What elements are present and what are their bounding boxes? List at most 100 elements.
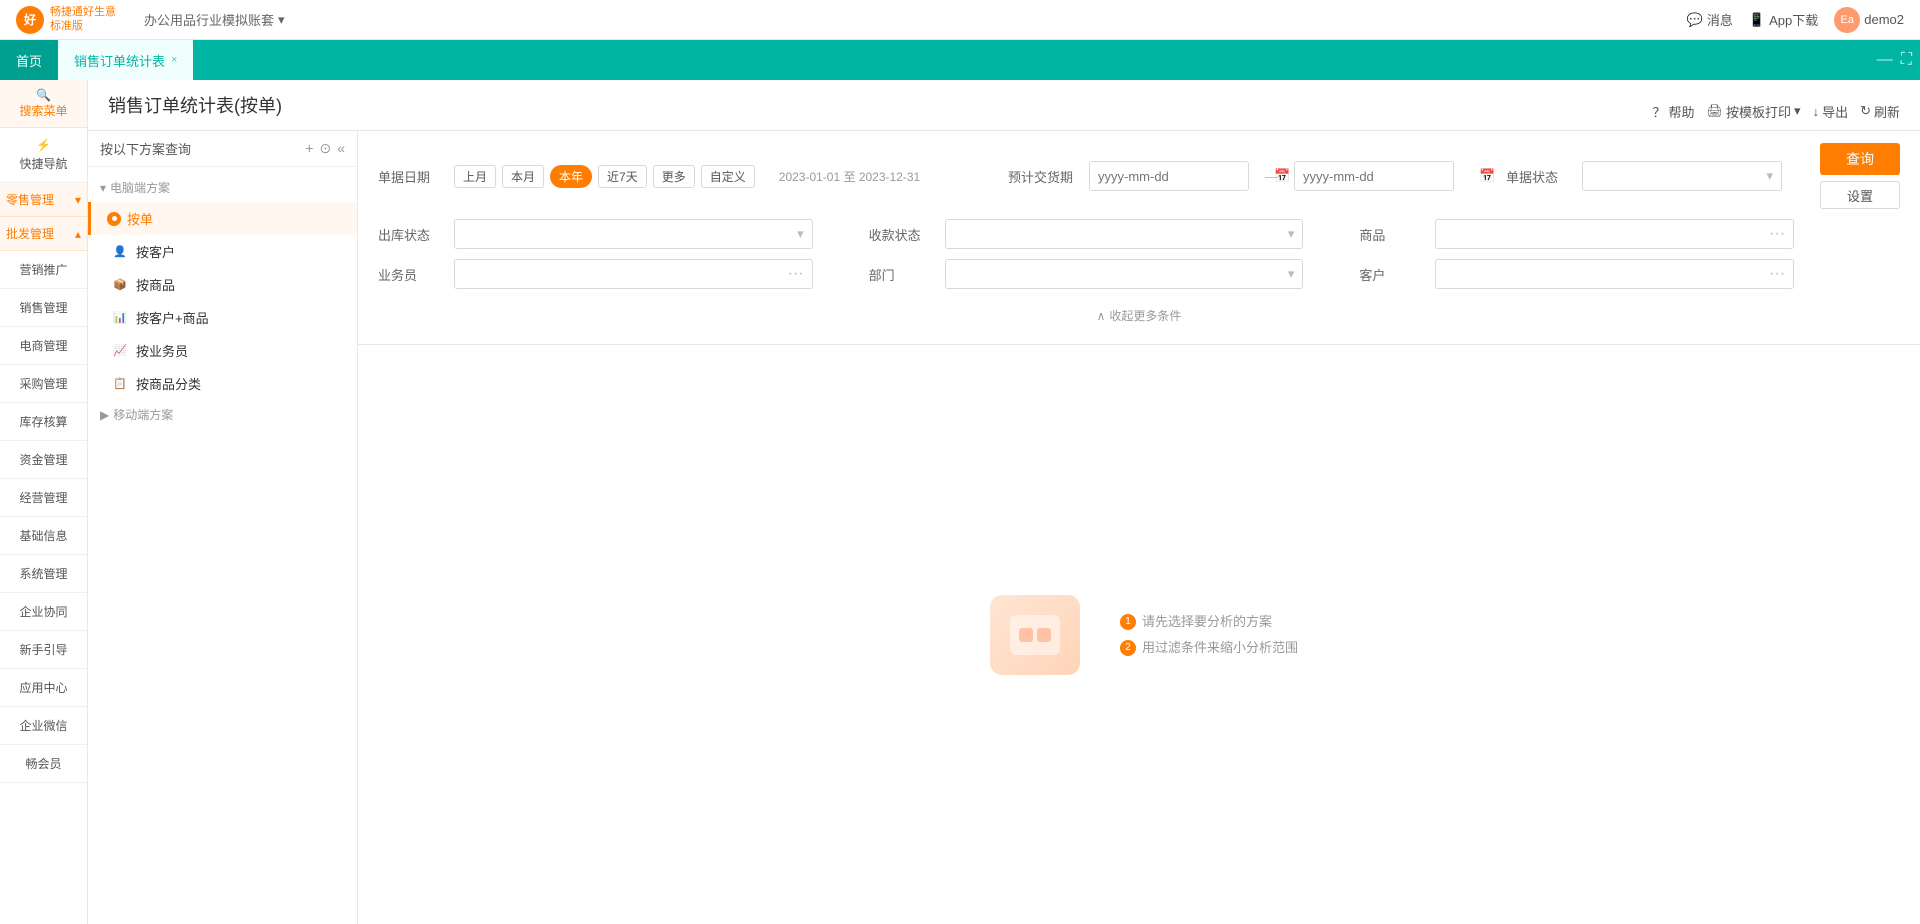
app-selector[interactable]: 办公用品行业模拟账套 ▾	[144, 10, 285, 29]
collapse-btn[interactable]: ∧ 收起更多条件	[378, 299, 1900, 332]
category-icon: 📋	[112, 376, 128, 392]
empty-hints: 1 请先选择要分析的方案 2 用过滤条件来缩小分析范围	[1120, 609, 1298, 661]
department-select[interactable]: ▾	[945, 259, 1304, 289]
tab-spacer	[193, 40, 1868, 80]
more-btn[interactable]: 更多	[653, 165, 695, 188]
customer-label: 客户	[1359, 265, 1419, 284]
left-panel-header: 按以下方案查询 + ⊙ «	[88, 131, 357, 167]
salesperson-more-icon[interactable]: ···	[788, 265, 804, 283]
sidebar-item-newuser[interactable]: 新手引导	[0, 631, 87, 669]
scheme-item-by-order[interactable]: 按单	[88, 202, 357, 235]
user-area[interactable]: Ea demo2	[1834, 7, 1904, 33]
expected-date-start-input[interactable]	[1098, 169, 1274, 184]
outbound-label: 出库状态	[378, 225, 438, 244]
date-buttons: 上月 本月 本年 近7天 更多 自定义	[454, 165, 755, 188]
date-range-display: 2023-01-01 至 2023-12-31	[779, 168, 920, 185]
sidebar-item-marketing[interactable]: 营销推广	[0, 251, 87, 289]
empty-state: 1 请先选择要分析的方案 2 用过滤条件来缩小分析范围	[358, 345, 1920, 924]
content-area: 销售订单统计表(按单) ？ 帮助 🖨 按模板打印 ▾ ↓ 导出 ↻ 刷新	[88, 80, 1920, 924]
message-btn[interactable]: 💬 消息	[1687, 10, 1733, 29]
date-separator: —	[1265, 169, 1278, 184]
sidebar-item-ecommerce[interactable]: 电商管理	[0, 327, 87, 365]
radio-active-icon	[107, 212, 121, 226]
chevron-down-icon: ▾	[1288, 266, 1295, 282]
top-bar-left: 好 畅捷通好生意 标准版 办公用品行业模拟账套 ▾	[16, 6, 285, 34]
add-scheme-btn[interactable]: +	[305, 140, 313, 157]
sidebar-item-appcenter[interactable]: 应用中心	[0, 669, 87, 707]
query-button[interactable]: 查询	[1820, 143, 1900, 175]
query-panel: 查询 设置	[1810, 143, 1900, 209]
sidebar-item-system[interactable]: 系统管理	[0, 555, 87, 593]
scheme-list: ▾ 电脑端方案 按单 👤 按客户 📦 按商品	[88, 167, 357, 924]
scheme-item-by-customer-product[interactable]: 📊 按客户+商品	[88, 301, 357, 334]
sidebar-item-member[interactable]: 畅会员	[0, 745, 87, 783]
sidebar-item-purchase[interactable]: 采购管理	[0, 365, 87, 403]
department-label: 部门	[869, 265, 929, 284]
customer-more-icon[interactable]: ···	[1769, 265, 1785, 283]
sidebar-item-sales[interactable]: 销售管理	[0, 289, 87, 327]
outbound-select[interactable]: ▾	[454, 219, 813, 249]
template-print-btn[interactable]: 🖨 按模板打印 ▾	[1707, 102, 1801, 121]
logo-area: 好 畅捷通好生意 标准版	[16, 6, 116, 34]
sidebar-item-operations[interactable]: 经营管理	[0, 479, 87, 517]
salesperson-select[interactable]: ···	[454, 259, 813, 289]
avatar: Ea	[1834, 7, 1860, 33]
sidebar-item-shortcuts[interactable]: ⚡ 快捷导航	[0, 128, 87, 183]
header-actions: + ⊙ «	[305, 140, 345, 157]
help-icon: ？	[1652, 102, 1665, 121]
custom-btn[interactable]: 自定义	[701, 165, 755, 188]
window-controls: — ⛶	[1869, 40, 1920, 80]
scheme-item-by-salesperson[interactable]: 📈 按业务员	[88, 334, 357, 367]
hint-item-1: 1 请先选择要分析的方案	[1120, 609, 1298, 635]
export-btn[interactable]: ↓ 导出	[1813, 102, 1849, 121]
refresh-btn[interactable]: ↻ 刷新	[1860, 102, 1900, 121]
settings-scheme-btn[interactable]: ⊙	[319, 140, 331, 157]
sidebar-item-inventory[interactable]: 库存核算	[0, 403, 87, 441]
chevron-down-icon: ▾	[1288, 226, 1295, 242]
settings-button[interactable]: 设置	[1820, 181, 1900, 209]
filter-and-content: 单据日期 上月 本月 本年 近7天 更多 自定义 2023-01-01 至 20…	[358, 131, 1920, 924]
minimize-icon[interactable]: —	[1877, 51, 1893, 69]
tab-sales-stats[interactable]: 销售订单统计表 ×	[58, 40, 193, 80]
this-month-btn[interactable]: 本月	[502, 165, 544, 188]
sidebar-item-retail[interactable]: 零售管理 ▾	[0, 183, 87, 217]
logo-icon: 好	[16, 6, 44, 34]
scheme-item-by-product[interactable]: 📦 按商品	[88, 268, 357, 301]
app-download-btn[interactable]: 📱 App下载	[1749, 10, 1818, 29]
last-month-btn[interactable]: 上月	[454, 165, 496, 188]
maximize-icon[interactable]: ⛶	[1901, 51, 1912, 69]
desktop-scheme-title: ▾ 电脑端方案	[88, 173, 357, 202]
scheme-item-by-category[interactable]: 📋 按商品分类	[88, 367, 357, 400]
customer-select[interactable]: ···	[1435, 259, 1794, 289]
filter-row-1: 单据日期 上月 本月 本年 近7天 更多 自定义 2023-01-01 至 20…	[378, 143, 1900, 209]
filter-row-2: 出库状态 ▾ 收款状态 ▾ 商品	[378, 219, 1900, 249]
tab-home[interactable]: 首页	[0, 40, 58, 80]
expected-date-end-input[interactable]	[1303, 169, 1479, 184]
collapse-panel-btn[interactable]: «	[337, 140, 345, 157]
receipt-select[interactable]: ▾	[945, 219, 1304, 249]
tab-close-icon[interactable]: ×	[171, 54, 177, 66]
refresh-icon: ↻	[1860, 103, 1871, 119]
chevron-down-icon: ▾	[797, 226, 804, 242]
product-select[interactable]: ···	[1435, 219, 1794, 249]
sidebar-search[interactable]: 🔍 搜索菜单	[0, 80, 87, 128]
sidebar-item-wechat[interactable]: 企业微信	[0, 707, 87, 745]
user-product-icon: 📊	[112, 310, 128, 326]
status-select[interactable]: ▾	[1582, 161, 1782, 191]
product-icon: 📦	[112, 277, 128, 293]
help-btn[interactable]: ？ 帮助	[1652, 102, 1694, 121]
receipt-label: 收款状态	[869, 225, 929, 244]
last7days-btn[interactable]: 近7天	[598, 165, 647, 188]
this-year-btn[interactable]: 本年	[550, 165, 592, 188]
top-bar: 好 畅捷通好生意 标准版 办公用品行业模拟账套 ▾ 💬 消息 📱 App下载 E…	[0, 0, 1920, 40]
sidebar-item-basics[interactable]: 基础信息	[0, 517, 87, 555]
sales-icon: 📈	[112, 343, 128, 359]
sidebar-item-enterprise[interactable]: 企业协同	[0, 593, 87, 631]
sidebar-item-finance[interactable]: 资金管理	[0, 441, 87, 479]
sidebar-item-wholesale[interactable]: 批发管理 ▴	[0, 217, 87, 251]
expected-date-start[interactable]: 📅	[1089, 161, 1249, 191]
top-bar-right: 💬 消息 📱 App下载 Ea demo2	[1687, 7, 1904, 33]
scheme-item-by-customer[interactable]: 👤 按客户	[88, 235, 357, 268]
more-options-icon[interactable]: ···	[1769, 225, 1785, 243]
expected-date-end[interactable]: 📅	[1294, 161, 1454, 191]
